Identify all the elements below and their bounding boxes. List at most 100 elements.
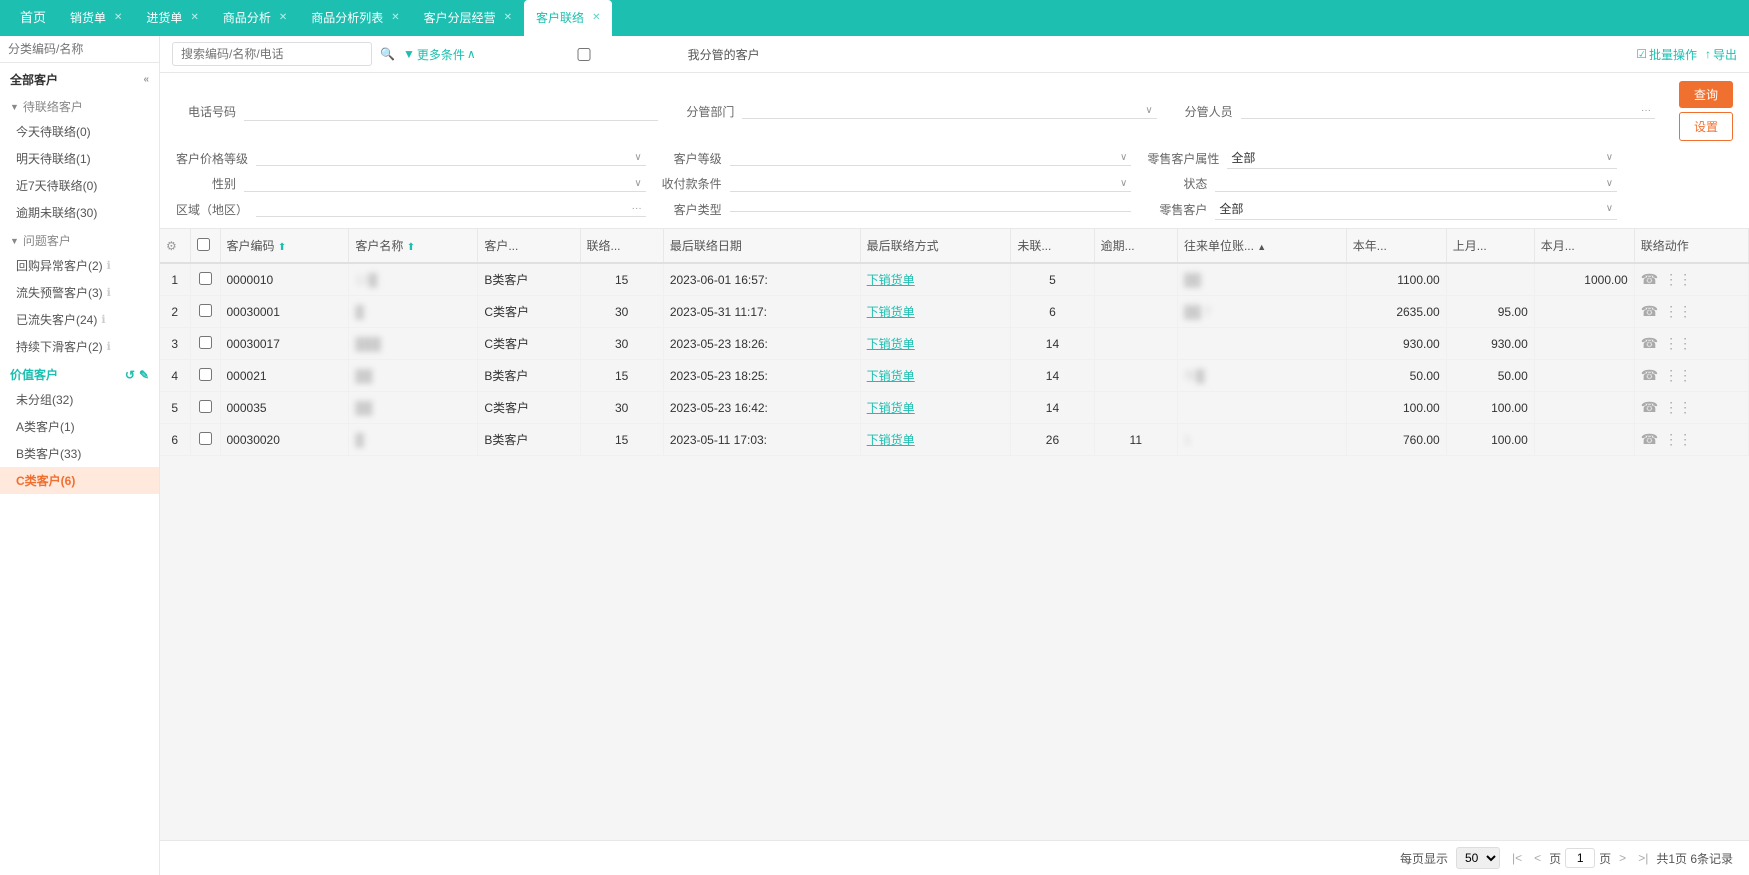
contact-icon[interactable]: ☎ xyxy=(1641,335,1658,352)
close-tab-1-icon[interactable]: ✕ xyxy=(190,0,198,36)
gender-select[interactable]: ∨ xyxy=(244,176,646,192)
more-actions-icon[interactable]: ⋮⋮ xyxy=(1664,399,1692,416)
nav-tab-analysis-list[interactable]: 商品分析列表 ✕ xyxy=(299,0,411,36)
nav-tab-salesorder[interactable]: 销货单 ✕ xyxy=(58,0,134,36)
contact-icon[interactable]: ☎ xyxy=(1641,271,1658,288)
sidebar-item-a-class[interactable]: A类客户(1) xyxy=(0,413,159,440)
more-actions-icon[interactable]: ⋮⋮ xyxy=(1664,431,1692,448)
row-checkbox[interactable] xyxy=(199,368,212,381)
nav-home[interactable]: 首页 xyxy=(8,0,58,36)
more-conditions-button[interactable]: ▼ 更多条件 ∧ xyxy=(403,46,476,63)
row-checkbox[interactable] xyxy=(199,336,212,349)
select-all-checkbox[interactable] xyxy=(197,238,210,251)
dept-select[interactable]: ∨ xyxy=(742,103,1156,119)
more-actions-icon[interactable]: ⋮⋮ xyxy=(1664,303,1692,320)
row-name[interactable]: █ xyxy=(349,424,478,456)
settings-icon[interactable]: ⚙ xyxy=(166,239,177,253)
more-actions-icon[interactable]: ⋮⋮ xyxy=(1664,271,1692,288)
row-unit-history xyxy=(1177,328,1346,360)
edit-icon[interactable]: ✎ xyxy=(139,368,149,382)
contact-icon[interactable]: ☎ xyxy=(1641,367,1658,384)
row-last-method[interactable]: 下销货单 xyxy=(860,328,1011,360)
close-tab-4-icon[interactable]: ✕ xyxy=(504,0,512,36)
nav-tab-customer-layered[interactable]: 客户分层经营 ✕ xyxy=(412,0,524,36)
sidebar-item-b-class[interactable]: B类客户(33) xyxy=(0,440,159,467)
row-checkbox-cell[interactable] xyxy=(190,392,220,424)
row-last-method[interactable]: 下销货单 xyxy=(860,424,1011,456)
sidebar-search-input[interactable] xyxy=(8,42,160,56)
col-gear[interactable]: ⚙ xyxy=(160,229,190,263)
per-page-select[interactable]: 50 xyxy=(1456,847,1500,869)
page-number-input[interactable] xyxy=(1565,848,1595,868)
row-last-method[interactable]: 下销货单 xyxy=(860,360,1011,392)
retail-select[interactable]: 全部 ∨ xyxy=(1215,198,1617,220)
nav-tab-analysis[interactable]: 商品分析 ✕ xyxy=(211,0,299,36)
contact-icon[interactable]: ☎ xyxy=(1641,303,1658,320)
sidebar-item-today[interactable]: 今天待联络(0) xyxy=(0,118,159,145)
customer-type-select[interactable] xyxy=(730,207,1132,212)
sidebar-section-pending[interactable]: ▼ 待联络客户 xyxy=(0,92,159,118)
my-customers-checkbox[interactable] xyxy=(484,48,684,61)
row-last-method[interactable]: 下销货单 xyxy=(860,392,1011,424)
sidebar-item-ungroup[interactable]: 未分组(32) xyxy=(0,386,159,413)
status-select[interactable]: ∨ xyxy=(1215,176,1617,192)
contact-icon[interactable]: ☎ xyxy=(1641,431,1658,448)
customer-level-select[interactable]: ∨ xyxy=(730,150,1132,166)
prev-page-btn[interactable]: < xyxy=(1530,849,1545,867)
row-checkbox-cell[interactable] xyxy=(190,360,220,392)
row-checkbox-cell[interactable] xyxy=(190,263,220,296)
retail-attr-select[interactable]: 全部 ∨ xyxy=(1227,147,1617,169)
customer-value-select[interactable]: ∨ xyxy=(256,150,646,166)
row-name[interactable]: 12█ xyxy=(349,263,478,296)
last-page-btn[interactable]: >| xyxy=(1634,849,1652,867)
search-input[interactable] xyxy=(172,42,372,66)
sidebar-item-churn-warning[interactable]: 流失预警客户(3) ℹ xyxy=(0,279,159,306)
payment-select[interactable]: ∨ xyxy=(730,176,1132,192)
nav-tab-purchaseorder[interactable]: 进货单 ✕ xyxy=(134,0,210,36)
row-name[interactable]: ██ xyxy=(349,360,478,392)
sidebar-item-tomorrow[interactable]: 明天待联络(1) xyxy=(0,145,159,172)
row-name[interactable]: █ xyxy=(349,296,478,328)
sidebar-item-churned[interactable]: 已流失客户(24) ℹ xyxy=(0,306,159,333)
row-checkbox-cell[interactable] xyxy=(190,424,220,456)
col-checkbox[interactable] xyxy=(190,229,220,263)
more-actions-icon[interactable]: ⋮⋮ xyxy=(1664,335,1692,352)
sidebar-section-value[interactable]: 价值客户 ↺ ✎ xyxy=(0,360,159,386)
row-checkbox[interactable] xyxy=(199,272,212,285)
row-name[interactable]: ██ xyxy=(349,392,478,424)
region-select[interactable]: ··· xyxy=(256,201,646,217)
refresh-icon[interactable]: ↺ xyxy=(125,368,135,382)
row-last-method[interactable]: 下销货单 xyxy=(860,263,1011,296)
row-checkbox-cell[interactable] xyxy=(190,296,220,328)
search-button[interactable]: 🔍 xyxy=(380,47,395,61)
sidebar-item-overdue[interactable]: 逾期未联络(30) xyxy=(0,199,159,226)
more-actions-icon[interactable]: ⋮⋮ xyxy=(1664,367,1692,384)
close-tab-5-icon[interactable]: ✕ xyxy=(592,0,600,36)
row-checkbox-cell[interactable] xyxy=(190,328,220,360)
next-page-btn[interactable]: > xyxy=(1615,849,1630,867)
row-checkbox[interactable] xyxy=(199,400,212,413)
row-last-method[interactable]: 下销货单 xyxy=(860,296,1011,328)
row-checkbox[interactable] xyxy=(199,304,212,317)
sidebar-item-declining[interactable]: 持续下滑客户(2) ℹ xyxy=(0,333,159,360)
my-customers-checkbox-label[interactable]: 我分管的客户 xyxy=(484,46,760,63)
first-page-btn[interactable]: |< xyxy=(1508,849,1526,867)
sidebar-item-repurchase-abnormal[interactable]: 回购异常客户(2) ℹ xyxy=(0,252,159,279)
close-tab-2-icon[interactable]: ✕ xyxy=(279,0,287,36)
export-button[interactable]: ↑ 导出 xyxy=(1705,46,1737,63)
row-name[interactable]: ███ xyxy=(349,328,478,360)
sidebar-item-c-class[interactable]: C类客户(6) xyxy=(0,467,159,494)
close-tab-0-icon[interactable]: ✕ xyxy=(114,0,122,36)
sidebar-item-7days[interactable]: 近7天待联络(0) xyxy=(0,172,159,199)
close-tab-3-icon[interactable]: ✕ xyxy=(391,0,399,36)
contact-icon[interactable]: ☎ xyxy=(1641,399,1658,416)
manager-select[interactable]: ··· xyxy=(1241,103,1655,119)
query-button[interactable]: 查询 xyxy=(1679,81,1733,108)
sidebar-section-problem[interactable]: ▼ 问题客户 xyxy=(0,226,159,252)
phone-input[interactable] xyxy=(244,102,658,121)
set-button[interactable]: 设置 xyxy=(1679,112,1733,141)
nav-tab-customer-contact[interactable]: 客户联络 ✕ xyxy=(524,0,612,36)
row-checkbox[interactable] xyxy=(199,432,212,445)
sidebar-all-customers[interactable]: 全部客户 « xyxy=(0,63,159,92)
batch-ops-button[interactable]: ☑ 批量操作 xyxy=(1636,46,1697,63)
